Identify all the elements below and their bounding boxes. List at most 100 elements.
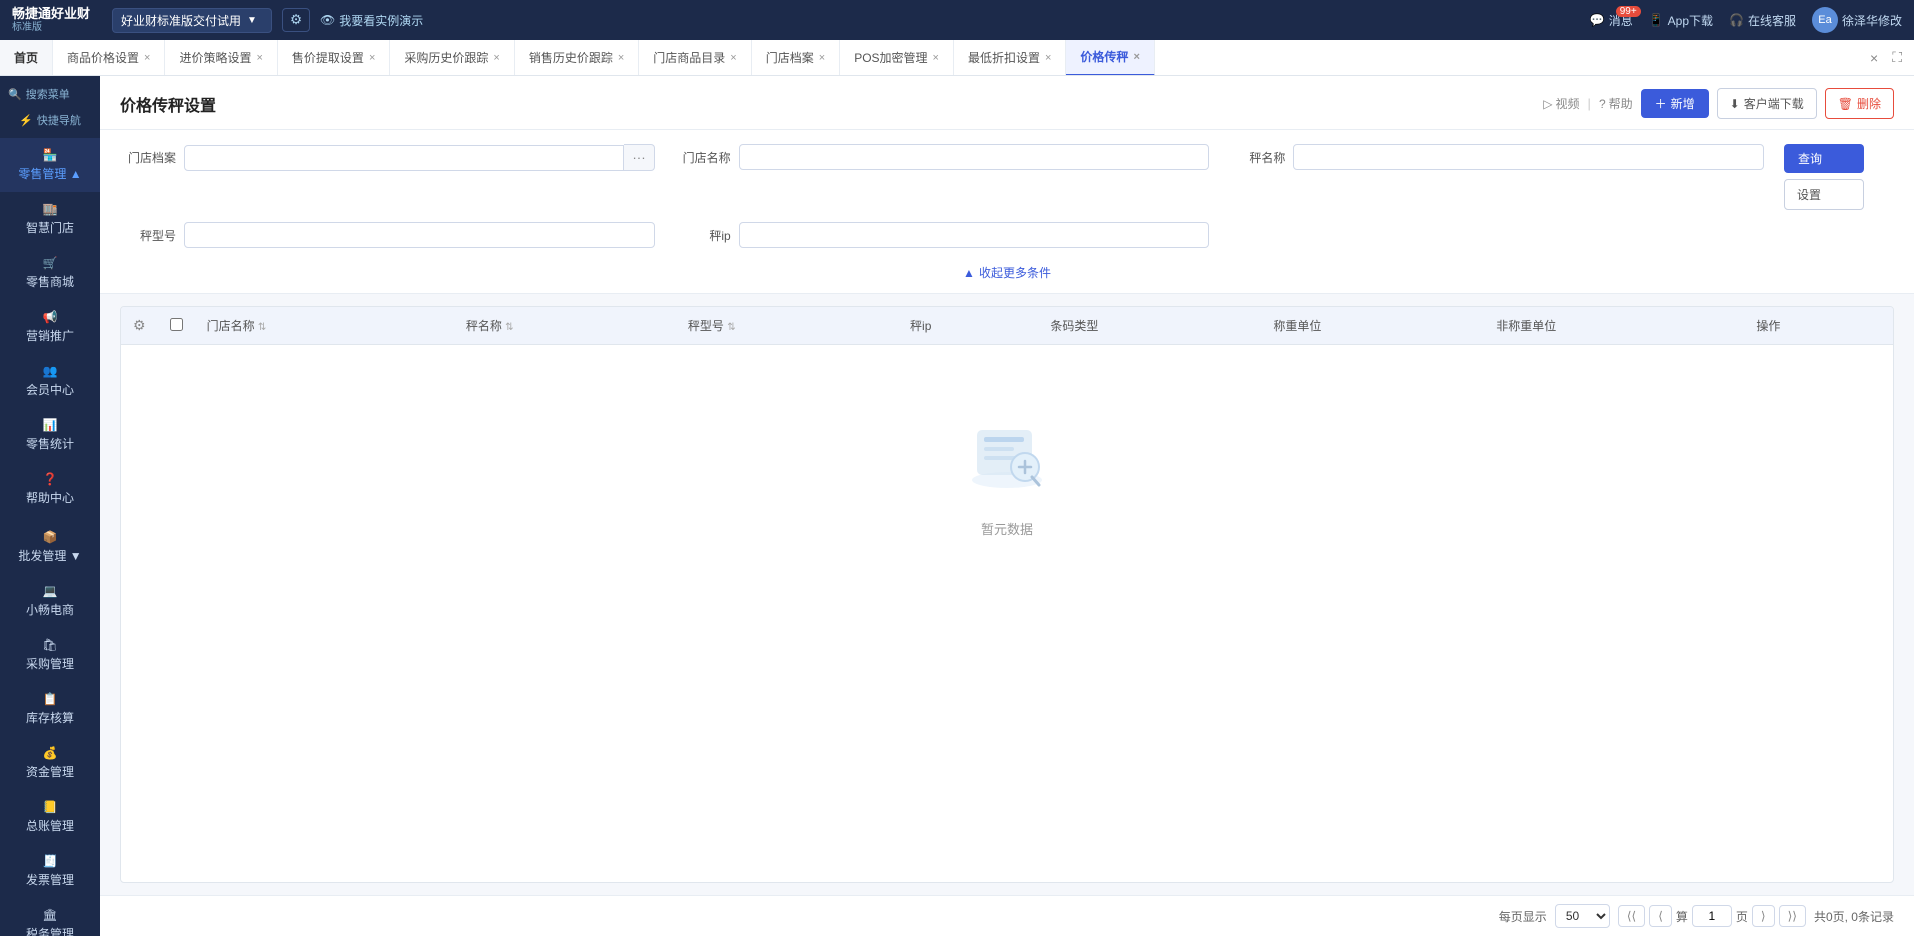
tab-store-file[interactable]: 门店档案 × bbox=[752, 40, 840, 76]
store-file-select-button[interactable]: ··· bbox=[624, 144, 654, 171]
th-operation: 操作 bbox=[1744, 307, 1893, 345]
app-logo: 畅捷通好业财 标准版 bbox=[12, 6, 102, 34]
tab-purchase-history[interactable]: 采购历史价跟踪 × bbox=[390, 40, 514, 76]
phone-icon: 📱 bbox=[1649, 13, 1664, 27]
avatar: Ea bbox=[1812, 7, 1838, 33]
user-name: 徐泽华修改 bbox=[1842, 12, 1902, 29]
tab-sale-history[interactable]: 销售历史价跟踪 × bbox=[515, 40, 639, 76]
tab-sale-extract[interactable]: 售价提取设置 × bbox=[278, 40, 390, 76]
add-button[interactable]: ＋ 新增 bbox=[1641, 89, 1709, 118]
th-scale-model: 秤型号 ⇅ bbox=[676, 307, 898, 345]
th-scale-ip: 秤ip bbox=[898, 307, 1038, 345]
empty-illustration bbox=[957, 405, 1057, 505]
sidebar-item-tax[interactable]: 🏛 税务管理 bbox=[0, 898, 100, 936]
tab-price-scale[interactable]: 价格传秤 × bbox=[1066, 40, 1154, 76]
tab-expand-button[interactable]: ⛶ bbox=[1886, 45, 1908, 70]
th-barcode-type: 条码类型 bbox=[1038, 307, 1261, 345]
sidebar-item-help-label: 帮助中心 bbox=[26, 489, 74, 506]
page-number-input[interactable] bbox=[1692, 905, 1732, 927]
sidebar-item-ecommerce[interactable]: 💻 小畅电商 bbox=[0, 574, 100, 628]
settings-button[interactable]: ⚙ bbox=[282, 8, 310, 32]
tab-purchase-strategy[interactable]: 进价策略设置 × bbox=[165, 40, 277, 76]
close-icon[interactable]: × bbox=[369, 52, 375, 64]
sidebar-item-retail-stats[interactable]: 📊 零售统计 bbox=[0, 408, 100, 462]
sidebar-item-inventory[interactable]: 📋 库存核算 bbox=[0, 682, 100, 736]
scale-model-input[interactable] bbox=[184, 222, 655, 248]
tab-product-price[interactable]: 商品价格设置 × bbox=[53, 40, 165, 76]
data-table: ⚙ 门店名称 ⇅ 秤名称 bbox=[121, 307, 1893, 598]
version-selector[interactable]: 好业财标准版交付试用 ▼ bbox=[112, 8, 272, 33]
close-icon[interactable]: × bbox=[1133, 51, 1139, 63]
sidebar-item-invoice-label: 发票管理 bbox=[26, 871, 74, 888]
delete-button[interactable]: 🗑 删除 bbox=[1825, 88, 1894, 119]
content-panel: 价格传秤设置 ▷ 视频 | ? 帮助 ＋ 新增 bbox=[100, 76, 1914, 936]
first-page-button[interactable]: ⟨⟨ bbox=[1618, 905, 1645, 927]
app-download-button[interactable]: 📱 App下载 bbox=[1649, 12, 1713, 29]
sidebar-item-purchase[interactable]: 🛍 采购管理 bbox=[0, 628, 100, 682]
sidebar-search[interactable]: 🔍 搜索菜单 bbox=[0, 76, 100, 108]
select-all-checkbox[interactable] bbox=[170, 318, 183, 331]
close-icon[interactable]: × bbox=[618, 52, 624, 64]
retail-mall-icon: 🛒 bbox=[43, 256, 58, 270]
retail-icon: 🏪 bbox=[43, 148, 58, 162]
per-page-select[interactable]: 50 10 20 100 bbox=[1555, 904, 1610, 928]
sidebar-item-finance[interactable]: 💰 资金管理 bbox=[0, 736, 100, 790]
store-file-input[interactable] bbox=[184, 145, 624, 171]
video-link[interactable]: ▷ 视频 bbox=[1543, 95, 1579, 112]
ecommerce-icon: 💻 bbox=[43, 584, 58, 598]
sidebar-item-retail-mall[interactable]: 🛒 零售商城 bbox=[0, 246, 100, 300]
close-icon[interactable]: × bbox=[933, 52, 939, 64]
collapse-button[interactable]: ▲ 收起更多条件 bbox=[963, 264, 1051, 281]
tab-min-discount[interactable]: 最低折扣设置 × bbox=[954, 40, 1066, 76]
sidebar-item-member[interactable]: 👥 会员中心 bbox=[0, 354, 100, 408]
scale-ip-input[interactable] bbox=[739, 222, 1210, 248]
sidebar-item-ecommerce-label: 小畅电商 bbox=[26, 601, 74, 618]
delete-icon: 🗑 bbox=[1838, 97, 1853, 111]
close-icon[interactable]: × bbox=[819, 52, 825, 64]
sidebar-item-member-label: 会员中心 bbox=[26, 381, 74, 398]
settings-filter-button[interactable]: 设置 bbox=[1784, 179, 1864, 210]
store-name-input[interactable] bbox=[739, 144, 1210, 170]
help-link[interactable]: ? 帮助 bbox=[1599, 95, 1633, 112]
online-service-button[interactable]: 🎧 在线客服 bbox=[1729, 12, 1796, 29]
sidebar-item-help[interactable]: ❓ 帮助中心 bbox=[0, 462, 100, 516]
close-icon[interactable]: × bbox=[493, 52, 499, 64]
sidebar-item-ledger[interactable]: 📒 总账管理 bbox=[0, 790, 100, 844]
download-icon: ⬇ bbox=[1730, 97, 1740, 111]
message-button[interactable]: 💬 消息 99+ bbox=[1590, 12, 1633, 29]
sidebar-item-marketing-label: 营销推广 bbox=[26, 327, 74, 344]
sidebar-item-invoice[interactable]: 🧾 发票管理 bbox=[0, 844, 100, 898]
message-badge: 99+ bbox=[1616, 6, 1641, 17]
logo-main-text: 畅捷通好业财 bbox=[12, 6, 102, 22]
sidebar-item-marketing[interactable]: 📢 营销推广 bbox=[0, 300, 100, 354]
sidebar-item-smart-store[interactable]: 🏬 智慧门店 bbox=[0, 192, 100, 246]
close-icon[interactable]: × bbox=[144, 52, 150, 64]
sidebar-item-retail[interactable]: 🏪 零售管理 ▲ bbox=[0, 138, 100, 192]
close-icon[interactable]: × bbox=[1045, 52, 1051, 64]
tab-store-catalog[interactable]: 门店商品目录 × bbox=[639, 40, 751, 76]
table-gear-icon[interactable]: ⚙ bbox=[133, 317, 146, 333]
close-icon[interactable]: × bbox=[256, 52, 262, 64]
query-button[interactable]: 查询 bbox=[1784, 144, 1864, 173]
message-icon: 💬 bbox=[1590, 13, 1605, 27]
scale-name-input[interactable] bbox=[1293, 144, 1764, 170]
user-menu[interactable]: Ea 徐泽华修改 bbox=[1812, 7, 1902, 33]
sidebar-item-wholesale[interactable]: 📦 批发管理 ▼ bbox=[0, 520, 100, 574]
page-header: 价格传秤设置 ▷ 视频 | ? 帮助 ＋ 新增 bbox=[100, 76, 1914, 130]
demo-button[interactable]: 👁 我要看实例演示 bbox=[320, 12, 423, 29]
prev-page-button[interactable]: ⟨ bbox=[1649, 905, 1672, 927]
version-selector-label: 好业财标准版交付试用 bbox=[121, 12, 241, 29]
tab-home[interactable]: 首页 bbox=[0, 40, 53, 76]
tab-bar: 首页 商品价格设置 × 进价策略设置 × 售价提取设置 × 采购历史价跟踪 × … bbox=[0, 40, 1914, 76]
sidebar-quick-nav[interactable]: ⚡ 快捷导航 bbox=[0, 108, 100, 134]
tab-close-button[interactable]: × bbox=[1864, 46, 1884, 70]
next-page-button[interactable]: ⟩ bbox=[1752, 905, 1775, 927]
tab-sale-extract-label: 售价提取设置 bbox=[292, 49, 364, 66]
collapse-up-icon: ▲ bbox=[963, 266, 975, 280]
close-icon[interactable]: × bbox=[730, 52, 736, 64]
finance-icon: 💰 bbox=[43, 746, 58, 760]
th-settings: ⚙ bbox=[121, 307, 158, 345]
last-page-button[interactable]: ⟩⟩ bbox=[1779, 905, 1806, 927]
download-button[interactable]: ⬇ 客户端下载 bbox=[1717, 88, 1817, 119]
tab-pos[interactable]: POS加密管理 × bbox=[840, 40, 954, 76]
